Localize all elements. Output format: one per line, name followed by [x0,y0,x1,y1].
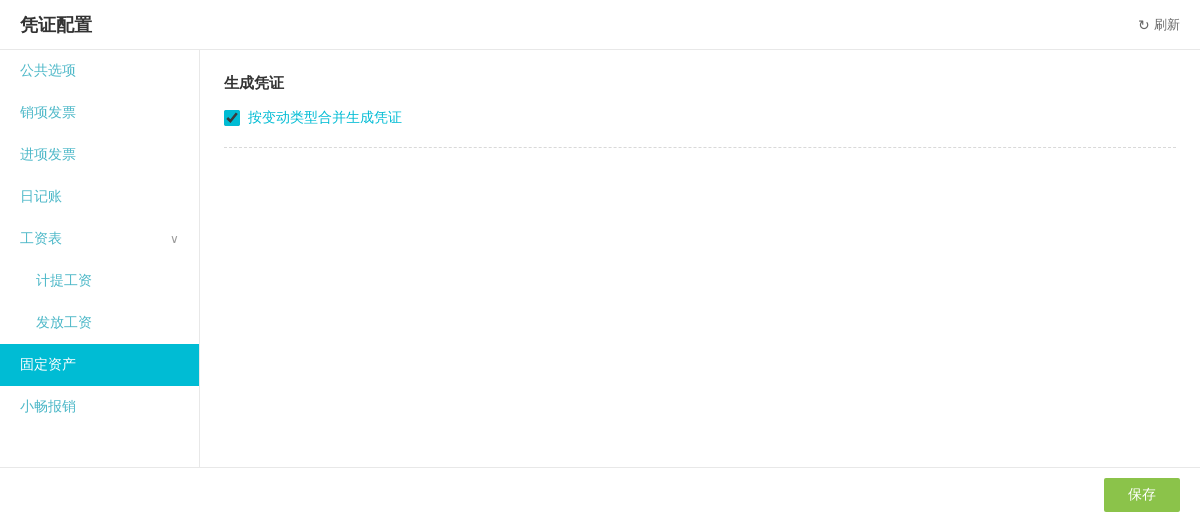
sidebar-item-payroll-table[interactable]: 工资表 ∨ [0,218,199,260]
sidebar: 公共选项 销项发票 进项发票 日记账 工资表 ∨ 计提工资 发放工资 固定资 [0,50,200,467]
chevron-down-icon: ∨ [170,232,179,246]
sidebar-item-label: 日记账 [20,188,62,206]
sidebar-item-label: 销项发票 [20,104,76,122]
sidebar-item-public-options[interactable]: 公共选项 [0,50,199,92]
section-divider [224,147,1176,148]
sidebar-item-label: 发放工资 [36,314,92,332]
refresh-label: 刷新 [1154,16,1180,34]
sidebar-item-label: 进项发票 [20,146,76,164]
merge-voucher-checkbox[interactable] [224,110,240,126]
page-footer: 保存 [0,467,1200,522]
content-area: 生成凭证 按变动类型合并生成凭证 [200,50,1200,467]
sidebar-item-pay-wages[interactable]: 发放工资 [0,302,199,344]
checkbox-row: 按变动类型合并生成凭证 [224,109,1176,127]
page-header: 凭证配置 ↻ 刷新 [0,0,1200,50]
sidebar-item-purchase-invoice[interactable]: 进项发票 [0,134,199,176]
checkbox-label: 按变动类型合并生成凭证 [248,109,402,127]
sidebar-item-sales-invoice[interactable]: 销项发票 [0,92,199,134]
main-content: 公共选项 销项发票 进项发票 日记账 工资表 ∨ 计提工资 发放工资 固定资 [0,50,1200,467]
page-wrapper: 凭证配置 ↻ 刷新 公共选项 销项发票 进项发票 日记账 工资表 ∨ [0,0,1200,522]
refresh-button[interactable]: ↻ 刷新 [1138,16,1180,34]
page-title: 凭证配置 [20,13,92,37]
sidebar-item-fixed-assets[interactable]: 固定资产 [0,344,199,386]
sidebar-item-journal[interactable]: 日记账 [0,176,199,218]
sidebar-item-label: 固定资产 [20,356,76,374]
sidebar-item-accrued-wages[interactable]: 计提工资 [0,260,199,302]
refresh-icon: ↻ [1138,17,1150,33]
sidebar-item-label: 工资表 [20,230,62,248]
sidebar-item-label: 小畅报销 [20,398,76,416]
section-title: 生成凭证 [224,74,1176,93]
sidebar-item-label: 公共选项 [20,62,76,80]
sidebar-item-expense-report[interactable]: 小畅报销 [0,386,199,428]
save-button[interactable]: 保存 [1104,478,1180,512]
sidebar-item-label: 计提工资 [36,272,92,290]
